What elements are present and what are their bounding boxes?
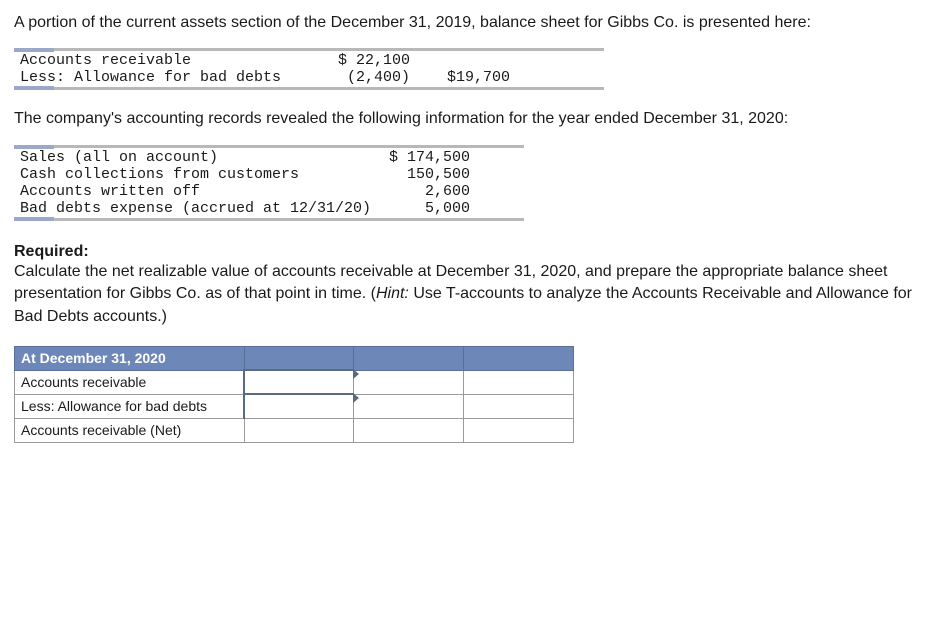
row-label: Bad debts expense (accrued at 12/31/20) [20, 200, 360, 217]
table-row: Bad debts expense (accrued at 12/31/20) … [14, 200, 524, 217]
table-row: Cash collections from customers 150,500 [14, 166, 524, 183]
row-label: Accounts written off [20, 183, 360, 200]
blank-cell [354, 370, 464, 394]
table-row: Accounts receivable (Net) [15, 418, 574, 442]
answer-col-blank [244, 346, 354, 370]
row-label: Less: Allowance for bad debts [15, 394, 245, 418]
required-heading: Required: [14, 243, 923, 261]
answer-col-blank [354, 346, 464, 370]
intro-text-1: A portion of the current assets section … [14, 12, 923, 34]
row-value: $ 22,100 [310, 52, 410, 69]
row-value: $ 174,500 [360, 149, 470, 166]
allowance-input-cell[interactable] [244, 394, 354, 418]
row-label: Sales (all on account) [20, 149, 360, 166]
row-value: (2,400) [310, 69, 410, 86]
row-value: 150,500 [360, 166, 470, 183]
required-body: Calculate the net realizable value of ac… [14, 261, 923, 328]
row-label: Cash collections from customers [20, 166, 360, 183]
table-row: Sales (all on account) $ 174,500 [14, 149, 524, 166]
ar-gross-input[interactable] [251, 374, 347, 390]
table-row: Accounts written off 2,600 [14, 183, 524, 200]
blank-cell [354, 418, 464, 442]
blank-cell [464, 370, 574, 394]
blank-cell [354, 394, 464, 418]
row-value: 2,600 [360, 183, 470, 200]
accounting-records-table: Sales (all on account) $ 174,500 Cash co… [14, 145, 524, 221]
table-row: Less: Allowance for bad debts (2,400) $1… [14, 69, 604, 86]
balance-sheet-2019-table: Accounts receivable $ 22,100 Less: Allow… [14, 48, 604, 90]
row-total [410, 52, 510, 69]
table-row: Accounts receivable $ 22,100 [14, 52, 604, 69]
allowance-input[interactable] [251, 398, 347, 415]
row-label: Accounts receivable [15, 370, 245, 394]
row-total: $19,700 [410, 69, 510, 86]
blank-cell [244, 418, 354, 442]
blank-cell [464, 418, 574, 442]
row-label: Accounts receivable [20, 52, 310, 69]
row-label: Accounts receivable (Net) [15, 418, 245, 442]
blank-cell [464, 394, 574, 418]
answer-table-header: At December 31, 2020 [15, 346, 245, 370]
intro-text-2: The company's accounting records reveale… [14, 108, 923, 130]
table-row: Less: Allowance for bad debts [15, 394, 574, 418]
answer-col-blank [464, 346, 574, 370]
row-label: Less: Allowance for bad debts [20, 69, 310, 86]
row-value: 5,000 [360, 200, 470, 217]
answer-table: At December 31, 2020 Accounts receivable… [14, 346, 574, 443]
hint-label: Hint: [376, 285, 409, 302]
ar-gross-input-cell[interactable] [244, 370, 354, 394]
table-row: Accounts receivable [15, 370, 574, 394]
